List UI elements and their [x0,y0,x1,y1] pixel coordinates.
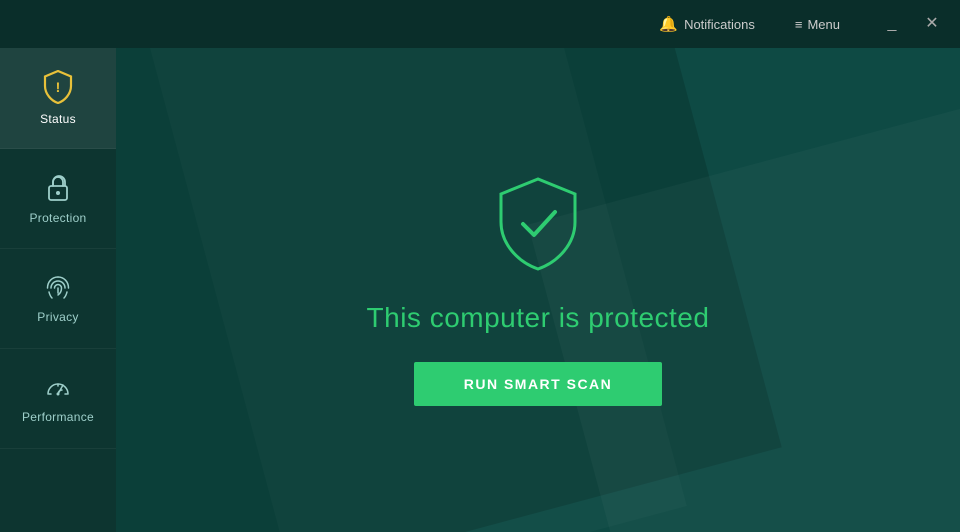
window-controls: _ ✕ [880,12,944,36]
title-bar: 🔔 Notifications ≡ Menu _ ✕ [0,0,960,48]
notifications-label: Notifications [684,17,755,32]
close-icon: ✕ [925,16,938,32]
main-content: ! Status Protection [0,48,960,532]
sidebar-performance-label: Performance [22,410,94,424]
center-panel: This computer is protected RUN SMART SCA… [116,48,960,532]
protected-shield-icon [493,174,583,274]
privacy-fingerprint-icon [44,274,72,302]
svg-text:!: ! [56,79,61,95]
status-shield-icon: ! [43,70,73,104]
menu-button[interactable]: ≡ Menu [787,13,848,36]
hamburger-icon: ≡ [795,17,802,32]
sidebar-item-status[interactable]: ! Status [0,48,116,149]
menu-label: Menu [807,17,840,32]
sidebar-item-performance[interactable]: Performance [0,349,116,449]
sidebar-protection-label: Protection [29,211,86,225]
run-smart-scan-button[interactable]: RUN SMART SCAN [414,362,663,406]
status-text: This computer is protected [367,302,710,334]
app-window: 🔔 Notifications ≡ Menu _ ✕ [0,0,960,532]
minimize-icon: _ [888,16,897,32]
sidebar-privacy-label: Privacy [37,310,78,324]
bell-icon: 🔔 [659,15,678,33]
title-bar-actions: 🔔 Notifications ≡ Menu _ ✕ [651,11,944,37]
sidebar-status-label: Status [40,112,76,126]
protection-lock-icon [46,173,70,203]
sidebar-item-protection[interactable]: Protection [0,149,116,249]
sidebar-item-privacy[interactable]: Privacy [0,249,116,349]
close-button[interactable]: ✕ [920,12,944,36]
center-content: This computer is protected RUN SMART SCA… [116,48,960,532]
minimize-button[interactable]: _ [880,12,904,36]
sidebar: ! Status Protection [0,48,116,532]
performance-speedometer-icon [44,374,72,402]
notifications-button[interactable]: 🔔 Notifications [651,11,763,37]
